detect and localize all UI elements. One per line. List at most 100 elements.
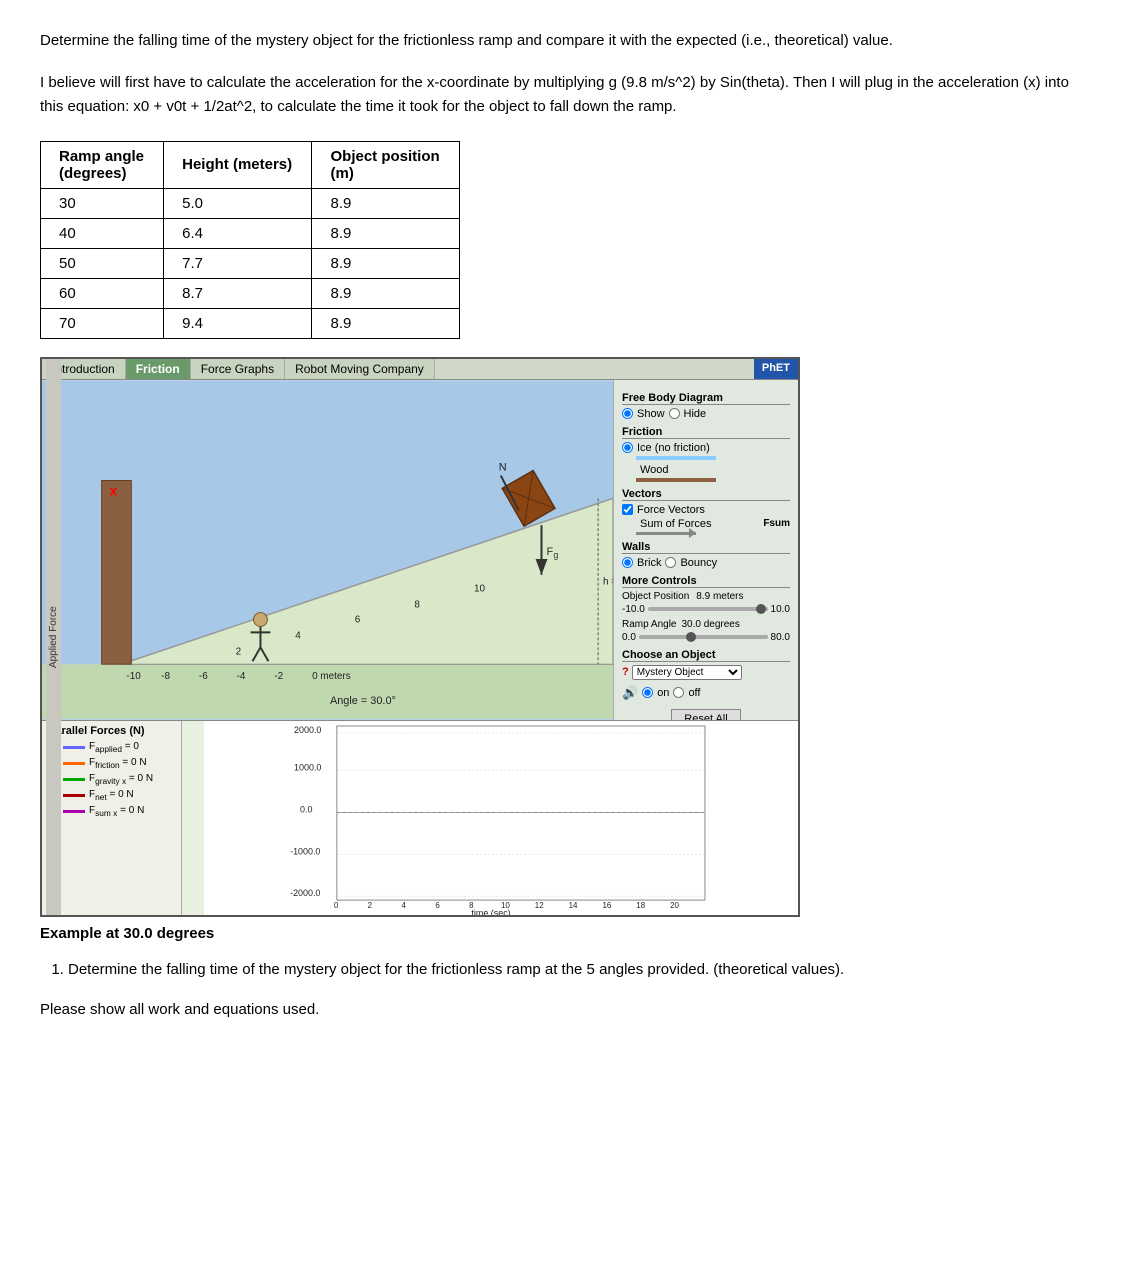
- svg-text:18: 18: [636, 901, 645, 910]
- show-fbd-radio[interactable]: [622, 408, 633, 419]
- ramp-angle-slider[interactable]: [639, 635, 768, 639]
- object-position-slider[interactable]: [648, 607, 768, 611]
- data-table: Ramp angle(degrees) Height (meters) Obje…: [40, 141, 460, 339]
- brick-radio[interactable]: [622, 557, 633, 568]
- svg-text:time (sec): time (sec): [471, 907, 510, 914]
- free-body-title: Free Body Diagram: [622, 392, 790, 405]
- ramp-angle-label: Ramp Angle: [622, 619, 676, 630]
- svg-text:12: 12: [535, 901, 544, 910]
- svg-text:-8: -8: [161, 671, 170, 682]
- tab-force-graphs[interactable]: Force Graphs: [191, 359, 285, 379]
- svg-text:0.0: 0.0: [300, 804, 312, 814]
- show-work-text: Please show all work and equations used.: [40, 998, 1088, 1022]
- svg-text:0 meters: 0 meters: [312, 671, 351, 682]
- svg-text:-1000.0: -1000.0: [290, 846, 320, 856]
- hide-label: Hide: [684, 408, 707, 420]
- table-cell-r3-c0: 60: [41, 278, 164, 308]
- legend-f-sum: Fsum x = 0 N: [48, 805, 175, 818]
- bouncy-radio[interactable]: [665, 557, 676, 568]
- friction-title: Friction: [622, 426, 790, 439]
- sim-logo: PhET: [754, 359, 798, 379]
- brick-label: Brick: [637, 557, 661, 569]
- table-cell-r1-c1: 6.4: [164, 218, 312, 248]
- intro-paragraph1: Determine the falling time of the myster…: [40, 30, 1088, 53]
- tab-friction[interactable]: Friction: [126, 359, 191, 379]
- ramp-scene: x F g h = 5.0 m 2 4 6 8 10: [42, 380, 613, 720]
- svg-text:-2: -2: [274, 671, 283, 682]
- sound-on-radio[interactable]: [642, 687, 653, 698]
- table-cell-r2-c0: 50: [41, 248, 164, 278]
- svg-text:8: 8: [414, 599, 420, 610]
- svg-text:-4: -4: [237, 671, 246, 682]
- questions-list: Determine the falling time of the myster…: [68, 958, 1088, 982]
- svg-text:0: 0: [334, 901, 339, 910]
- sound-off-label: off: [688, 687, 700, 699]
- svg-text:h = 5.0 m: h = 5.0 m: [603, 576, 613, 587]
- tab-robot-moving[interactable]: Robot Moving Company: [285, 359, 435, 379]
- table-cell-r1-c0: 40: [41, 218, 164, 248]
- simulation-container: Introduction Friction Force Graphs Robot…: [40, 357, 800, 917]
- legend-f-net: Fnet = 0 N: [48, 789, 175, 802]
- walls-title: Walls: [622, 541, 790, 554]
- graph-area: 2000.0 1000.0 0.0 -1000.0 -2000.0 0 2 4 …: [204, 721, 798, 915]
- table-cell-r4-c0: 70: [41, 308, 164, 338]
- example-label: Example at 30.0 degrees: [40, 925, 1088, 942]
- table-cell-r4-c2: 8.9: [312, 308, 460, 338]
- ramp-svg: x F g h = 5.0 m 2 4 6 8 10: [42, 380, 613, 720]
- choose-object-title: Choose an Object: [622, 649, 790, 662]
- table-cell-r0-c2: 8.9: [312, 188, 460, 218]
- table-cell-r0-c1: 5.0: [164, 188, 312, 218]
- svg-text:Angle = 30.0°: Angle = 30.0°: [330, 694, 396, 706]
- table-cell-r2-c2: 8.9: [312, 248, 460, 278]
- col-header-angle: Ramp angle(degrees): [41, 141, 164, 188]
- sum-of-forces-label: Sum of Forces: [640, 518, 712, 530]
- ramp-angle-value: 30.0 degrees: [681, 619, 739, 630]
- ice-radio[interactable]: [622, 442, 633, 453]
- table-cell-r0-c0: 30: [41, 188, 164, 218]
- svg-text:-10: -10: [126, 671, 141, 682]
- hide-fbd-radio[interactable]: [669, 408, 680, 419]
- table-cell-r2-c1: 7.7: [164, 248, 312, 278]
- svg-text:2: 2: [236, 646, 242, 657]
- legend-f-friction: Ffriction = 0 N: [48, 757, 175, 770]
- force-vectors-label: Force Vectors: [637, 504, 705, 516]
- table-cell-r4-c1: 9.4: [164, 308, 312, 338]
- sim-bottom: Parallel Forces (N) Fapplied = 0 Ffricti…: [42, 720, 798, 915]
- svg-text:F: F: [546, 545, 553, 557]
- ice-label: Ice (no friction): [637, 442, 710, 454]
- sim-controls: Free Body Diagram Show Hide Friction Ice…: [613, 380, 798, 720]
- svg-text:-2000.0: -2000.0: [290, 888, 320, 898]
- graph-svg: 2000.0 1000.0 0.0 -1000.0 -2000.0 0 2 4 …: [204, 721, 798, 915]
- table-cell-r3-c1: 8.7: [164, 278, 312, 308]
- fsum-label: Fsum: [763, 518, 790, 529]
- col-header-position: Object position(m): [312, 141, 460, 188]
- svg-text:10: 10: [474, 583, 486, 594]
- force-vectors-checkbox[interactable]: [622, 504, 633, 515]
- sim-tabs[interactable]: Introduction Friction Force Graphs Robot…: [42, 359, 798, 380]
- show-label: Show: [637, 408, 665, 420]
- svg-text:20: 20: [670, 901, 679, 910]
- svg-text:4: 4: [295, 630, 301, 641]
- svg-text:14: 14: [569, 901, 578, 910]
- table-cell-r3-c2: 8.9: [312, 278, 460, 308]
- obj-pos-max: 10.0: [771, 604, 790, 615]
- legend-f-applied: Fapplied = 0: [48, 741, 175, 754]
- bouncy-label: Bouncy: [680, 557, 717, 569]
- obj-pos-min: -10.0: [622, 604, 645, 615]
- sound-off-radio[interactable]: [673, 687, 684, 698]
- sound-on-label: on: [657, 687, 669, 699]
- question-1: Determine the falling time of the myster…: [68, 958, 1088, 982]
- svg-text:N: N: [499, 461, 507, 473]
- svg-text:6: 6: [355, 614, 361, 625]
- ramp-angle-min: 0.0: [622, 632, 636, 643]
- vectors-title: Vectors: [622, 488, 790, 501]
- object-select[interactable]: Mystery Object: [632, 665, 742, 680]
- object-position-value: 8.9 meters: [696, 591, 743, 602]
- svg-text:1000.0: 1000.0: [294, 762, 321, 772]
- col-header-height: Height (meters): [164, 141, 312, 188]
- reset-all-button[interactable]: Reset All: [671, 709, 740, 720]
- svg-text:2: 2: [368, 901, 373, 910]
- svg-text:-6: -6: [199, 671, 208, 682]
- svg-text:16: 16: [602, 901, 611, 910]
- applied-force-axis-label: Applied Force: [42, 359, 64, 915]
